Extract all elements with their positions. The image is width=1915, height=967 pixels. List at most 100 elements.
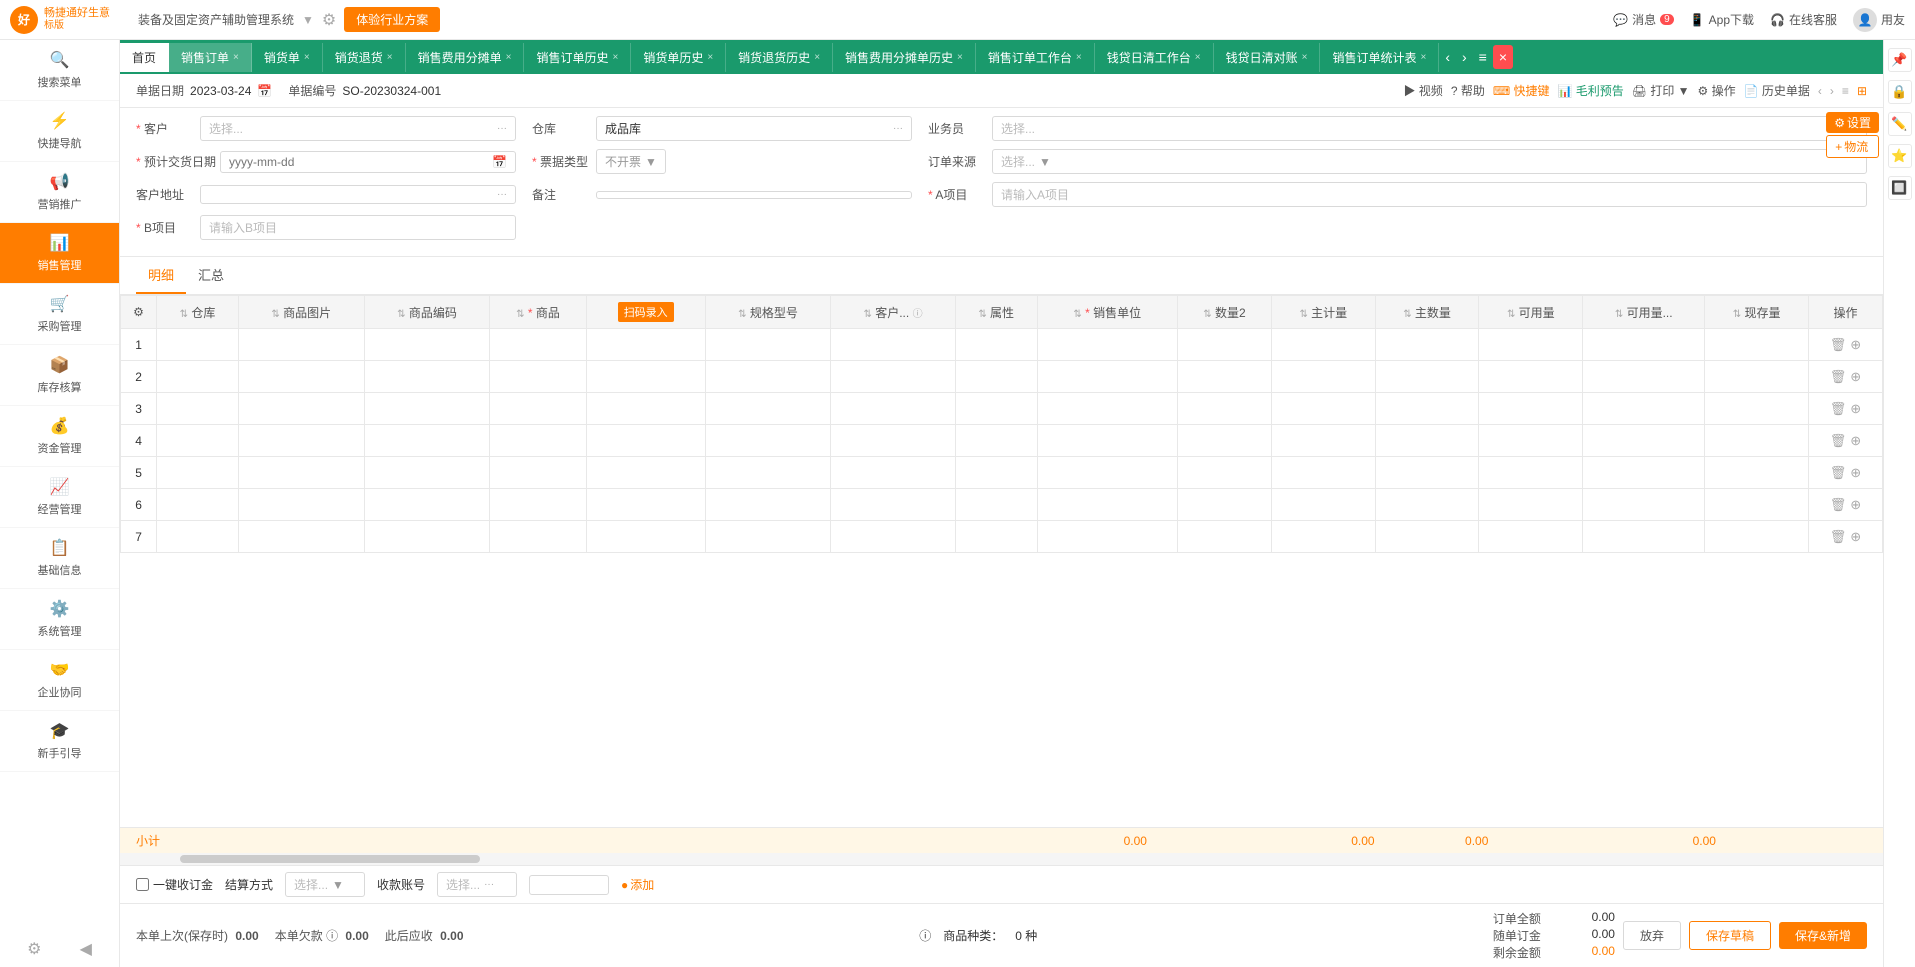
staff-input[interactable]: 选择... ···	[992, 116, 1867, 141]
row-mainunit-1[interactable]	[1271, 329, 1375, 361]
tab-sales-order-close[interactable]: ×	[233, 52, 239, 63]
b-project-input[interactable]: 请输入B项目	[200, 215, 516, 240]
a-project-input[interactable]: 请输入A项目	[992, 182, 1867, 207]
tab-summary[interactable]: 汇总	[186, 257, 236, 294]
customer-input[interactable]: 选择... ···	[200, 116, 516, 141]
right-panel-icon-1[interactable]: 📌	[1888, 48, 1912, 72]
sidebar-item-finance[interactable]: 💰 资金管理	[0, 406, 119, 467]
right-panel-icon-2[interactable]: 🔒	[1888, 80, 1912, 104]
th-available2[interactable]: ⇅ 可用量...	[1583, 296, 1705, 329]
collect-deposit-checkbox[interactable]	[136, 878, 149, 891]
row-code-1[interactable]	[364, 329, 490, 361]
tab-home[interactable]: 首页	[120, 43, 169, 72]
copy-row-7-icon[interactable]: ⊕	[1850, 529, 1861, 545]
row-attr-1[interactable]	[955, 329, 1037, 361]
payment-select[interactable]: 选择... ▼	[285, 872, 365, 897]
order-source-select[interactable]: 选择... ▼	[992, 149, 1867, 174]
sidebar-item-purchase[interactable]: 🛒 采购管理	[0, 284, 119, 345]
tab-sales-expense-close[interactable]: ×	[506, 52, 512, 63]
address-input[interactable]: ···	[200, 185, 516, 204]
customer-service-item[interactable]: 🎧 在线客服	[1770, 11, 1837, 28]
scrollbar-thumb[interactable]	[180, 855, 480, 863]
tab-order-summary[interactable]: 销售订单统计表 ×	[1320, 43, 1439, 72]
sidebar-collapse-icon[interactable]: ◀	[80, 939, 92, 959]
industry-btn[interactable]: 体验行业方案	[344, 7, 440, 32]
delete-row-7-icon[interactable]: 🗑	[1830, 529, 1847, 545]
tab-order-history-close[interactable]: ×	[612, 52, 618, 63]
note-input[interactable]	[596, 191, 912, 199]
tab-prev-btn[interactable]: ‹	[1439, 45, 1456, 69]
settings-icon[interactable]: ⚙	[322, 10, 336, 30]
th-main-unit[interactable]: ⇅ 主计量	[1271, 296, 1375, 329]
tab-sales-return-close[interactable]: ×	[387, 52, 393, 63]
print-btn[interactable]: 🖨 打印 ▼	[1632, 82, 1690, 99]
user-item[interactable]: 👤 用友	[1853, 8, 1905, 32]
tab-order-workbench[interactable]: 销售订单工作台 ×	[976, 43, 1095, 72]
tab-detail[interactable]: 明细	[136, 257, 186, 294]
sidebar-item-system[interactable]: ⚙️ 系统管理	[0, 589, 119, 650]
sidebar-item-shortcut[interactable]: ⚡ 快捷导航	[0, 101, 119, 162]
video-btn[interactable]: ▶ 视频	[1403, 82, 1442, 99]
copy-row-1-icon[interactable]: ⊕	[1850, 337, 1861, 353]
discard-button[interactable]: 放弃	[1623, 921, 1681, 950]
delete-row-3-icon[interactable]: 🗑	[1830, 401, 1847, 417]
calendar-icon[interactable]: 📅	[257, 84, 272, 98]
settings-float-btn[interactable]: ⚙ 设置	[1826, 112, 1879, 133]
delivery-input[interactable]: 📅	[220, 151, 516, 173]
th-main-qty[interactable]: ⇅ 主数量	[1375, 296, 1479, 329]
sidebar-item-search[interactable]: 🔍 搜索菜单	[0, 40, 119, 101]
calendar2-icon[interactable]: 📅	[492, 155, 507, 169]
sidebar-item-basic[interactable]: 📋 基础信息	[0, 528, 119, 589]
th-warehouse[interactable]: ⇅ 仓库	[157, 296, 239, 329]
tab-loan-reconcile[interactable]: 钱贷日清对账 ×	[1214, 43, 1321, 72]
nav-left-icon[interactable]: ‹	[1818, 84, 1822, 98]
view-grid-icon[interactable]: ⊞	[1857, 84, 1867, 98]
th-settings[interactable]: ⚙	[121, 296, 157, 329]
tab-slip-history-close[interactable]: ×	[707, 52, 713, 63]
delete-row-5-icon[interactable]: 🗑	[1830, 465, 1847, 481]
tab-menu-btn[interactable]: ≡	[1473, 45, 1493, 69]
th-scan[interactable]: 扫码录入	[586, 296, 705, 329]
right-panel-icon-5[interactable]: 🔲	[1888, 176, 1912, 200]
row-stock-1[interactable]	[1705, 329, 1809, 361]
right-panel-icon-3[interactable]: ✏️	[1888, 112, 1912, 136]
th-product[interactable]: ⇅ 商品	[490, 296, 586, 329]
th-customer-code[interactable]: ⇅ 客户... ⓘ	[831, 296, 955, 329]
app-download-item[interactable]: 📱 App下载	[1690, 11, 1754, 28]
th-qty2[interactable]: ⇅ 数量2	[1177, 296, 1271, 329]
add-btn[interactable]: ● 添加	[621, 876, 654, 893]
help-btn[interactable]: ? 帮助	[1451, 82, 1485, 99]
row-spec-1[interactable]	[705, 329, 831, 361]
logistics-float-btn[interactable]: + 物流	[1826, 135, 1879, 158]
message-item[interactable]: 💬 消息 9	[1613, 11, 1674, 28]
nav-right-icon[interactable]: ›	[1830, 84, 1834, 98]
scan-btn[interactable]: 扫码录入	[618, 302, 674, 322]
tab-order-workbench-close[interactable]: ×	[1076, 52, 1082, 63]
shortcut-key-btn[interactable]: ⌨ 快捷键	[1493, 82, 1550, 99]
row-unit-1[interactable]	[1037, 329, 1177, 361]
operation-btn[interactable]: ⚙ 操作	[1698, 82, 1736, 99]
row-avail2-1[interactable]	[1583, 329, 1705, 361]
tab-return-history-close[interactable]: ×	[814, 52, 820, 63]
sidebar-item-management[interactable]: 📈 经营管理	[0, 467, 119, 528]
row-custcode-1[interactable]	[831, 329, 955, 361]
right-panel-icon-4[interactable]: ⭐	[1888, 144, 1912, 168]
tab-loan-daily-close[interactable]: ×	[1195, 52, 1201, 63]
delete-row-1-icon[interactable]: 🗑	[1830, 337, 1847, 353]
tab-next-btn[interactable]: ›	[1456, 45, 1473, 69]
tab-sales-expense[interactable]: 销售费用分摊单 ×	[406, 43, 525, 72]
tab-expense-history-close[interactable]: ×	[957, 52, 963, 63]
row-warehouse-1[interactable]	[157, 329, 239, 361]
tab-slip-history[interactable]: 销货单历史 ×	[631, 43, 726, 72]
save-draft-button[interactable]: 保存草稿	[1689, 921, 1771, 950]
sidebar-item-sales[interactable]: 📊 销售管理	[0, 223, 119, 284]
address-dots-icon[interactable]: ···	[497, 189, 507, 200]
sidebar-item-marketing[interactable]: 📢 营销推广	[0, 162, 119, 223]
sidebar-item-inventory[interactable]: 📦 库存核算	[0, 345, 119, 406]
delete-row-2-icon[interactable]: 🗑	[1830, 369, 1847, 385]
warehouse-input[interactable]: 成品库 ···	[596, 116, 912, 141]
copy-row-3-icon[interactable]: ⊕	[1850, 401, 1861, 417]
invoice-select[interactable]: 不开票 ▼	[596, 149, 666, 174]
row-avail-1[interactable]	[1479, 329, 1583, 361]
th-code[interactable]: ⇅ 商品编码	[364, 296, 490, 329]
